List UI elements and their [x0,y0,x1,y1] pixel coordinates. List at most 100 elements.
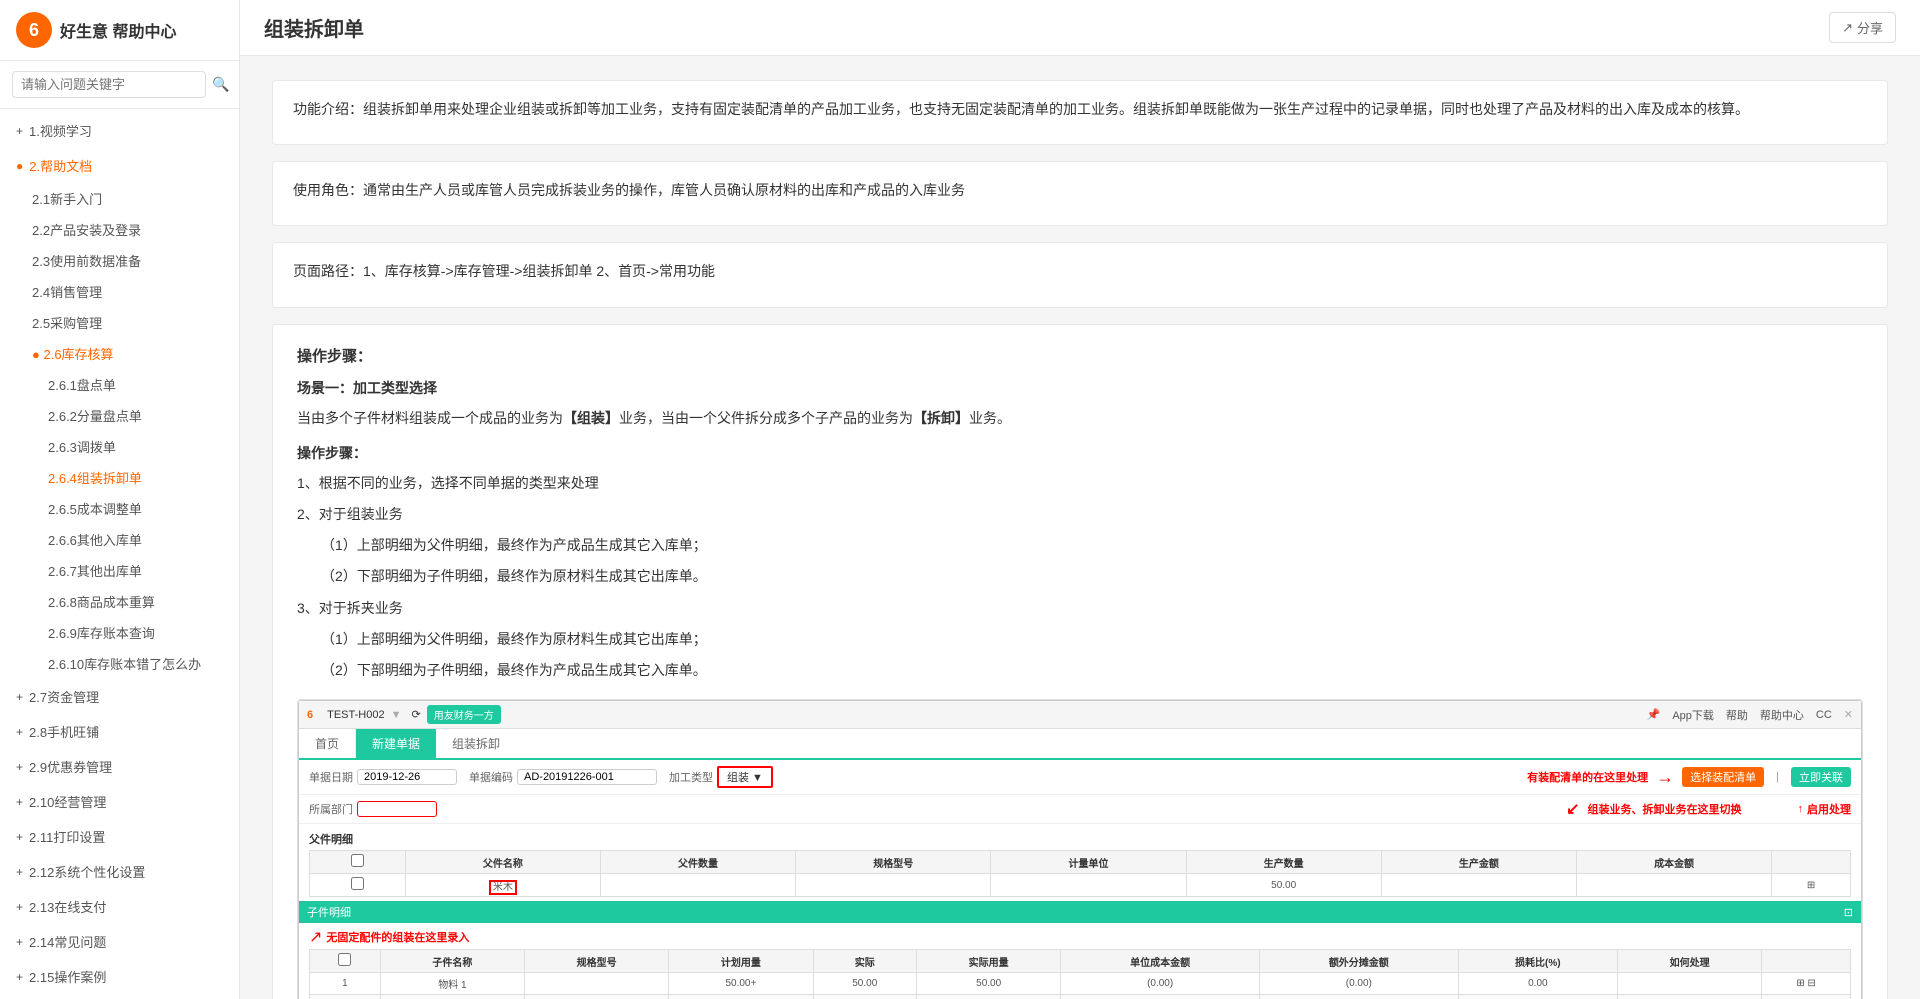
app-form-row1: 单据日期 单据编码 加工类型 组装 ▼ [299,760,1861,795]
app-table-section-title: 父件明细 [309,828,1851,850]
sidebar-item-2-6-10[interactable]: 2.6.10库存账本错了怎么办 [0,648,239,679]
sidebar-item-2-11[interactable]: + 2.11打印设置 [0,819,239,854]
sidebar: 6 好生意 帮助中心 🔍 + 1.视频学习 ● 2.帮助文档 2.1新手入门 2… [0,0,240,999]
app-company: TEST-H002 [327,709,384,721]
app-tab-home[interactable]: 首页 [299,729,356,758]
app-upper-table-area: 父件明细 父件名称 父件数量 规格型号 计量单位 生产数量 [299,824,1861,901]
sidebar-item-2-14[interactable]: + 2.14常见问题 [0,924,239,959]
app-td-prodqty: 50.00 [1186,874,1381,897]
app-lth-extra: 额外分摊金额 [1259,950,1458,973]
sidebar-item-2-7[interactable]: + 2.7资金管理 [0,679,239,714]
sidebar-item-2-6[interactable]: ● 2.6库存核算 [0,338,239,369]
app-logo: 6 [307,709,313,721]
app-section-label: 子件明细 [307,904,351,920]
sidebar-item-2-6-5[interactable]: 2.6.5成本调整单 [0,493,239,524]
product-name-cell[interactable]: 米木 [489,880,517,895]
logo-text: 好生意 帮助中心 [60,18,176,42]
sidebar-item-1[interactable]: + 1.视频学习 [0,113,239,148]
step-2-1: （1）上部明细为父件明细，最终作为产成品生成其它入库单； [297,533,1863,558]
app-dept-input[interactable] [357,801,437,817]
sidebar-item-2-4[interactable]: 2.4销售管理 [0,276,239,307]
app-nav-app[interactable]: App下载 [1672,707,1714,723]
search-input[interactable] [12,71,206,98]
app-td-prodamt [1381,874,1576,897]
content-area: 功能介绍：组装拆卸单用来处理企业组装或拆卸等加工业务，支持有固定装配清单的产品加… [240,56,1920,999]
app-date-input[interactable] [357,769,457,785]
app-tab-new[interactable]: 新建单据 [356,729,436,758]
app-th-prodamt: 生产金额 [1381,851,1576,874]
sidebar-item-2-8[interactable]: + 2.8手机旺铺 [0,714,239,749]
plus-icon-2-10: + [16,795,23,809]
sidebar-item-2-6-6[interactable]: 2.6.6其他入库单 [0,524,239,555]
sidebar-item-2-6-3[interactable]: 2.6.3调拨单 [0,431,239,462]
app-type-select[interactable]: 组装 ▼ [717,766,773,788]
path-text: 页面路径：1、库存核算->库存管理->组装拆卸单 2、首页->常用功能 [293,259,1867,284]
sidebar-item-2-9[interactable]: + 2.9优惠券管理 [0,749,239,784]
sidebar-header: 6 好生意 帮助中心 [0,0,239,61]
plus-icon-2-12: + [16,865,23,879]
app-close-icon[interactable]: ✕ [1844,708,1853,721]
app-nav-cc[interactable]: CC [1816,709,1832,721]
search-icon[interactable]: 🔍 [212,76,229,93]
sidebar-item-2-6-9[interactable]: 2.6.9库存账本查询 [0,617,239,648]
enable-annotation-arrow: ↑ [1798,803,1804,815]
app-dropdown-icon: ▼ [391,709,402,721]
sidebar-item-2-5[interactable]: 2.5采购管理 [0,307,239,338]
app-th-spec: 规格型号 [796,851,991,874]
ops-title: 操作步骤： [297,345,1863,366]
app-lth-action: 如何处理 [1618,950,1762,973]
app-lth-ops [1762,950,1851,973]
app-nav-home[interactable]: 📌 [1647,708,1661,721]
plus-icon-2-13: + [16,900,23,914]
sidebar-item-2-6-1[interactable]: 2.6.1盘点单 [0,369,239,400]
intro-section: 功能介绍：组装拆卸单用来处理企业组装或拆卸等加工业务，支持有固定装配清单的产品加… [272,80,1888,145]
sidebar-item-2-13[interactable]: + 2.13在线支付 [0,889,239,924]
app-lth-planqty: 计划用量 [669,950,813,973]
app-code-input[interactable] [517,769,657,785]
row-checkbox[interactable] [351,877,364,890]
sidebar-item-2-6-7[interactable]: 2.6.7其他出库单 [0,555,239,586]
scene-annotation-text: 组装业务、拆卸业务在这里切换 [1588,801,1742,817]
enable-annotation: ↑ 启用处理 [1798,801,1852,817]
sidebar-item-2-10[interactable]: + 2.10经营管理 [0,784,239,819]
app-type-field: 加工类型 组装 ▼ [669,766,773,788]
sidebar-item-2-6-4[interactable]: 2.6.4组装拆卸单 [0,462,239,493]
app-refresh-icon: ⟳ [411,708,420,721]
sidebar-item-2-2[interactable]: 2.2产品安装及登录 [0,214,239,245]
app-lth-loss: 损耗比(%) [1458,950,1617,973]
annotation1-text: 有装配清单的在这里处理 [1527,769,1648,785]
app-nav-active-btn[interactable]: 用友财务一方 [427,705,501,724]
table-row: 米木 50.00 ⊞ [310,874,1851,897]
app-dept-label: 所属部门 [309,801,353,817]
plus-icon: + [16,124,23,138]
sidebar-item-2-6-2[interactable]: 2.6.2分量盘点单 [0,400,239,431]
sidebar-item-2-3[interactable]: 2.3使用前数据准备 [0,245,239,276]
plus-icon-2-14: + [16,935,23,949]
annotation2-area: ↗ 无固定配件的组装在这里录入 [309,925,1851,949]
table-checkbox[interactable] [351,854,364,867]
app-action-btn[interactable]: 立即关联 [1791,767,1851,787]
steps-list: 1、根据不同的业务，选择不同单据的类型来处理 2、对于组装业务 （1）上部明细为… [297,471,1863,683]
plus-icon-2-7: + [16,690,23,704]
sidebar-item-2-15[interactable]: + 2.15操作案例 [0,959,239,994]
app-assembly-btn[interactable]: 选择装配清单 [1682,767,1764,787]
app-th-ops [1772,851,1851,874]
step-3-2: （2）下部明细为子件明细，最终作为产成品生成其它入库单。 [297,658,1863,683]
app-td-unit [991,874,1186,897]
sidebar-item-2-6-8[interactable]: 2.6.8商品成本重算 [0,586,239,617]
share-button[interactable]: ↗ 分享 [1829,12,1896,43]
sidebar-item-2-12[interactable]: + 2.12系统个性化设置 [0,854,239,889]
annotation2-arrow: ↗ [309,927,322,947]
app-tab-list[interactable]: 组装拆卸 [436,729,516,758]
app-th-checkbox [310,851,406,874]
app-lth-checkbox [310,950,381,973]
app-td-parentqty [600,874,795,897]
app-td-ops: ⊞ [1772,874,1851,897]
app-nav-helpdesk[interactable]: 帮助中心 [1760,707,1804,723]
app-date-label: 单据日期 [309,769,353,785]
sidebar-item-2-1[interactable]: 2.1新手入门 [0,183,239,214]
sidebar-item-2[interactable]: ● 2.帮助文档 [0,148,239,183]
top-bar: 组装拆卸单 ↗ 分享 [240,0,1920,56]
app-nav-help[interactable]: 帮助 [1726,707,1748,723]
lower-table-checkbox[interactable] [338,953,351,966]
